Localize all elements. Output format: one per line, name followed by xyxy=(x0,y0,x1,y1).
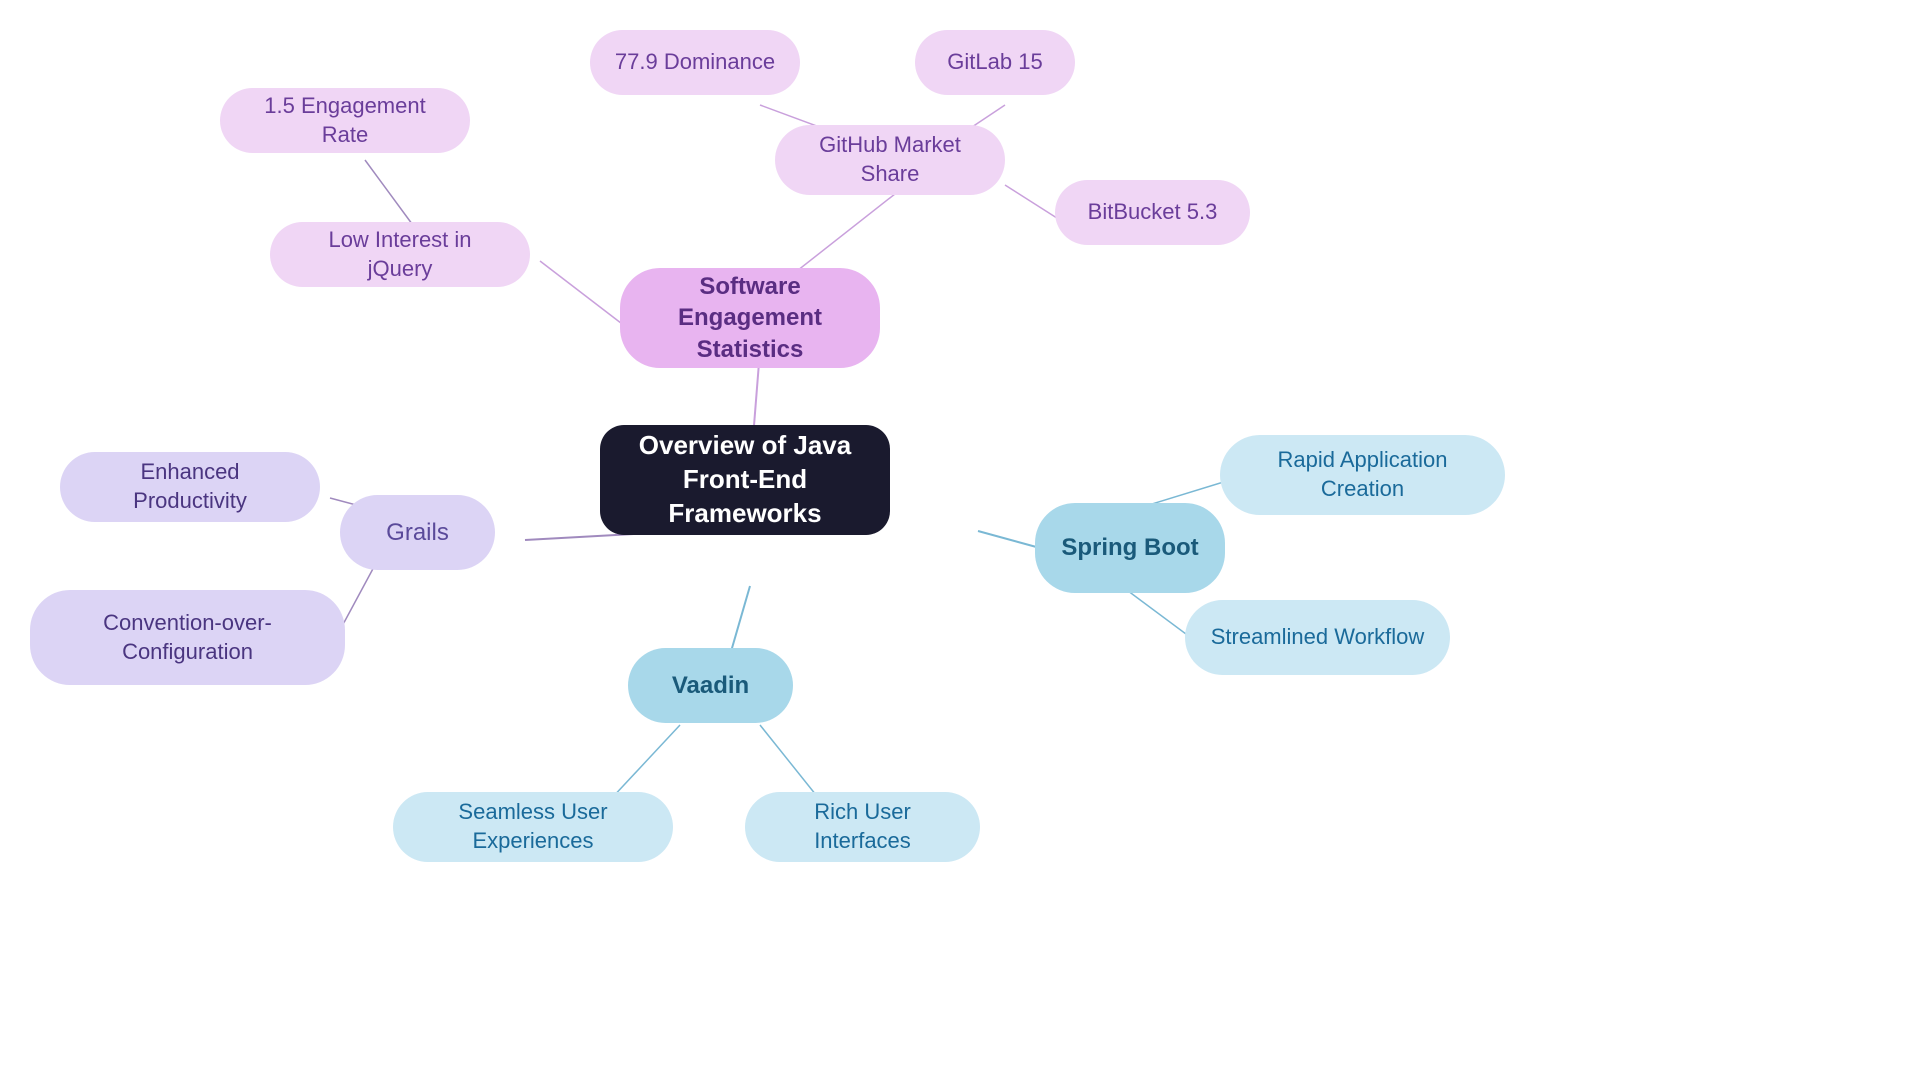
spring-boot-node: Spring Boot xyxy=(1035,503,1225,593)
rapid-app-creation-node: Rapid Application Creation xyxy=(1220,435,1505,515)
seamless-user-exp-node: Seamless User Experiences xyxy=(393,792,673,862)
vaadin-node: Vaadin xyxy=(628,648,793,723)
mind-map-container: Overview of Java Front-End Frameworks So… xyxy=(0,0,1920,1083)
convention-config-node: Convention-over-Configuration xyxy=(30,590,345,685)
engagement-rate-node: 1.5 Engagement Rate xyxy=(220,88,470,153)
software-engagement-node: Software Engagement Statistics xyxy=(620,268,880,368)
gitlab-node: GitLab 15 xyxy=(915,30,1075,95)
dominance-node: 77.9 Dominance xyxy=(590,30,800,95)
low-interest-jquery-node: Low Interest in jQuery xyxy=(270,222,530,287)
github-market-share-node: GitHub Market Share xyxy=(775,125,1005,195)
streamlined-workflow-node: Streamlined Workflow xyxy=(1185,600,1450,675)
enhanced-productivity-node: Enhanced Productivity xyxy=(60,452,320,522)
center-node: Overview of Java Front-End Frameworks xyxy=(600,425,890,535)
rich-user-interfaces-node: Rich User Interfaces xyxy=(745,792,980,862)
bitbucket-node: BitBucket 5.3 xyxy=(1055,180,1250,245)
grails-node: Grails xyxy=(340,495,495,570)
